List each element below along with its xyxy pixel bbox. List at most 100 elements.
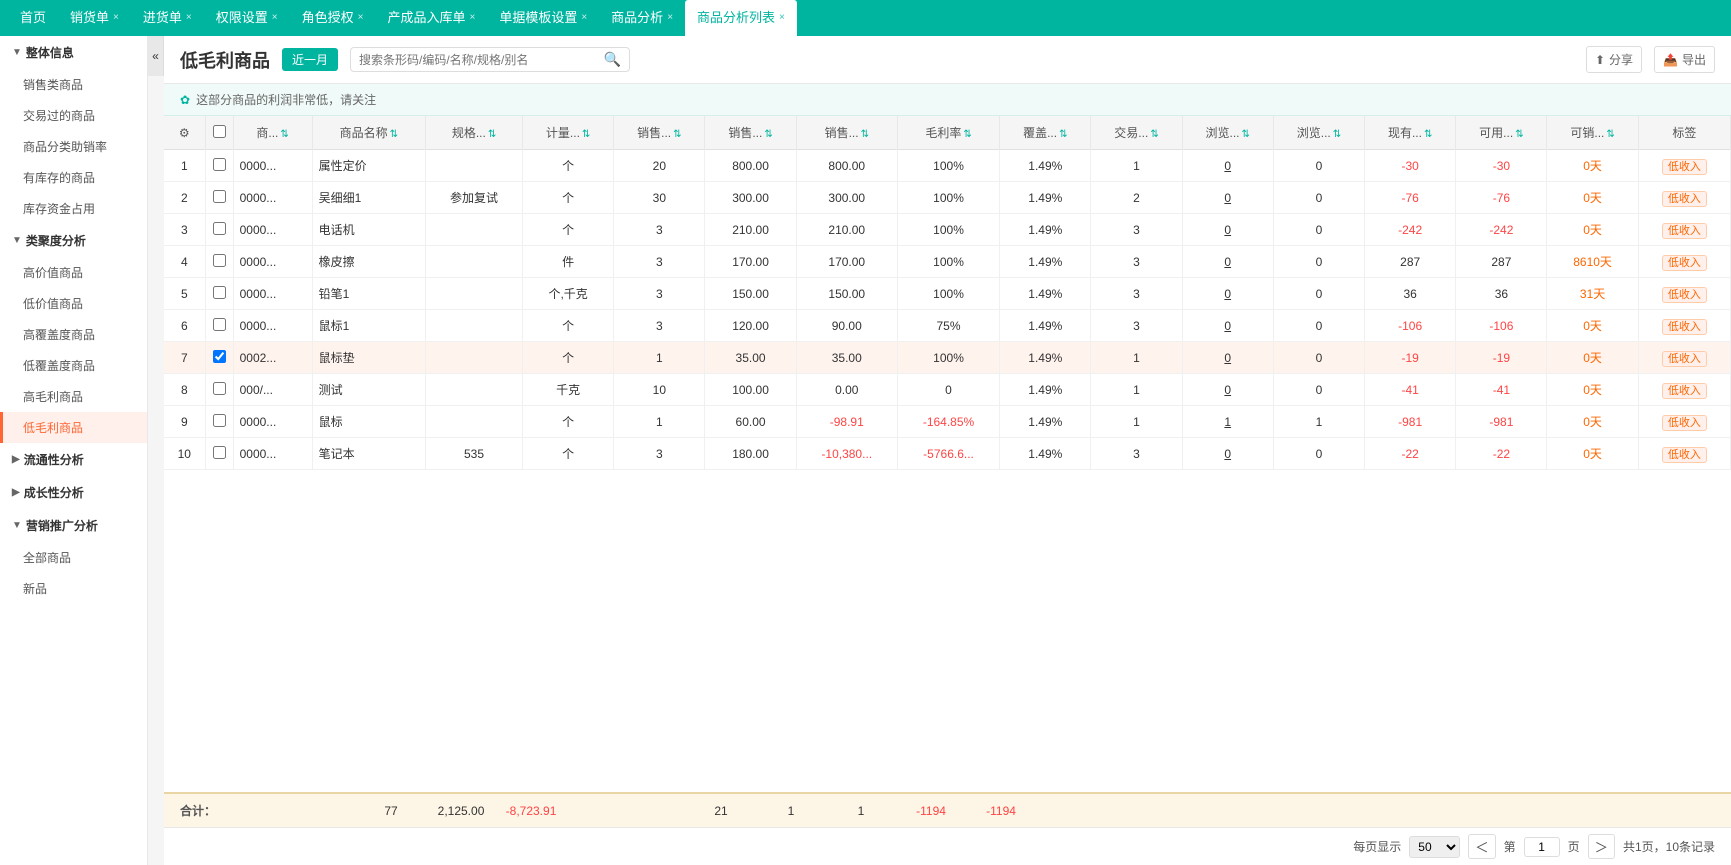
nav-sales-close[interactable]: × — [113, 0, 119, 36]
nav-product-analysis[interactable]: 商品分析 × — [599, 0, 685, 36]
col-trade[interactable]: 交易...⇅ — [1091, 116, 1182, 150]
row-checkbox[interactable] — [213, 222, 226, 235]
sidebar-item-new-products[interactable]: 新品 — [0, 573, 147, 604]
nav-template-close[interactable]: × — [581, 0, 587, 36]
settings-icon[interactable]: ⚙ — [179, 126, 190, 140]
row-name[interactable]: 鼠标1 — [312, 310, 425, 342]
row-name[interactable]: 鼠标 — [312, 406, 425, 438]
row-checkbox[interactable] — [213, 190, 226, 203]
row-checkbox-cell[interactable] — [205, 150, 233, 182]
nav-role-auth-close[interactable]: × — [358, 0, 364, 36]
col-unit[interactable]: 计量...⇅ — [523, 116, 614, 150]
col-code[interactable]: 商...⇅ — [233, 116, 312, 150]
sidebar-item-stock-capital[interactable]: 库存资金占用 — [0, 193, 147, 224]
row-name[interactable]: 笔记本 — [312, 438, 425, 470]
nav-permissions[interactable]: 权限设置 × — [204, 0, 290, 36]
share-button[interactable]: ⬆ 分享 — [1586, 46, 1642, 73]
row-name[interactable]: 电话机 — [312, 214, 425, 246]
prev-page-btn[interactable]: ＜ — [1468, 834, 1495, 859]
col-coverage[interactable]: 覆盖...⇅ — [1000, 116, 1091, 150]
nav-sales[interactable]: 销货单 × — [58, 0, 131, 36]
search-icon[interactable]: 🔍 — [604, 51, 621, 68]
page-number-input[interactable] — [1524, 837, 1560, 857]
row-browse1[interactable]: 0 — [1182, 374, 1273, 406]
browse1-link[interactable]: 0 — [1224, 351, 1231, 365]
row-checkbox-cell[interactable] — [205, 278, 233, 310]
nav-purchase[interactable]: 进货单 × — [131, 0, 204, 36]
sidebar-group-overall[interactable]: ▼ 整体信息 — [0, 36, 147, 69]
sidebar-item-low-value[interactable]: 低价值商品 — [0, 288, 147, 319]
sidebar-item-high-value[interactable]: 高价值商品 — [0, 257, 147, 288]
nav-product-analysis-close[interactable]: × — [667, 0, 673, 36]
row-checkbox[interactable] — [213, 446, 226, 459]
browse1-link[interactable]: 0 — [1224, 447, 1231, 461]
sidebar-item-stock-products[interactable]: 有库存的商品 — [0, 162, 147, 193]
browse1-link[interactable]: 0 — [1224, 255, 1231, 269]
col-sales-price[interactable]: 销售...⇅ — [705, 116, 796, 150]
nav-purchase-close[interactable]: × — [186, 0, 192, 36]
row-name[interactable]: 橡皮擦 — [312, 246, 425, 278]
row-name[interactable]: 吴细细1 — [312, 182, 425, 214]
col-gross-rate[interactable]: 毛利率⇅ — [897, 116, 999, 150]
nav-product-in[interactable]: 产成品入库单 × — [375, 0, 487, 36]
sidebar-group-circulation[interactable]: ▶ 流通性分析 — [0, 443, 147, 476]
nav-role-auth[interactable]: 角色授权 × — [290, 0, 376, 36]
sidebar-group-growth[interactable]: ▶ 成长性分析 — [0, 476, 147, 509]
col-checkbox[interactable] — [205, 116, 233, 150]
row-checkbox-cell[interactable] — [205, 310, 233, 342]
col-tag[interactable]: 标签 — [1638, 116, 1730, 150]
row-browse1[interactable]: 0 — [1182, 150, 1273, 182]
sidebar-item-traded-products[interactable]: 交易过的商品 — [0, 100, 147, 131]
row-checkbox-cell[interactable] — [205, 342, 233, 374]
browse1-link[interactable]: 0 — [1224, 159, 1231, 173]
row-browse1[interactable]: 0 — [1182, 310, 1273, 342]
row-checkbox-cell[interactable] — [205, 406, 233, 438]
search-input[interactable] — [359, 53, 598, 67]
page-size-select[interactable]: 50 100 200 — [1409, 836, 1460, 858]
row-checkbox[interactable] — [213, 286, 226, 299]
sidebar-item-high-margin[interactable]: 高毛利商品 — [0, 381, 147, 412]
row-checkbox[interactable] — [213, 350, 226, 363]
col-available[interactable]: 可用...⇅ — [1456, 116, 1547, 150]
next-page-btn[interactable]: ＞ — [1588, 834, 1615, 859]
nav-home[interactable]: 首页 — [8, 0, 58, 36]
row-checkbox-cell[interactable] — [205, 182, 233, 214]
row-checkbox-cell[interactable] — [205, 214, 233, 246]
nav-template[interactable]: 单据模板设置 × — [487, 0, 599, 36]
row-checkbox[interactable] — [213, 414, 226, 427]
row-name[interactable]: 铅笔1 — [312, 278, 425, 310]
row-checkbox-cell[interactable] — [205, 246, 233, 278]
col-browse1[interactable]: 浏览...⇅ — [1182, 116, 1273, 150]
col-browse2[interactable]: 浏览...⇅ — [1273, 116, 1364, 150]
row-name[interactable]: 鼠标垫 — [312, 342, 425, 374]
row-browse1[interactable]: 0 — [1182, 438, 1273, 470]
nav-product-in-close[interactable]: × — [469, 0, 475, 36]
browse1-link[interactable]: 0 — [1224, 287, 1231, 301]
col-sales-amount[interactable]: 销售...⇅ — [796, 116, 897, 150]
nav-product-list[interactable]: 商品分析列表 × — [685, 0, 797, 36]
nav-product-list-close[interactable]: × — [779, 0, 785, 36]
row-browse1[interactable]: 1 — [1182, 406, 1273, 438]
sidebar-item-high-coverage[interactable]: 高覆盖度商品 — [0, 319, 147, 350]
sidebar-item-sales-products[interactable]: 销售类商品 — [0, 69, 147, 100]
browse1-link[interactable]: 0 — [1224, 223, 1231, 237]
select-all-checkbox[interactable] — [213, 125, 226, 138]
col-saleable[interactable]: 可销...⇅ — [1547, 116, 1638, 150]
sidebar-group-marketing[interactable]: ▼ 营销推广分析 — [0, 509, 147, 542]
sidebar-item-low-coverage[interactable]: 低覆盖度商品 — [0, 350, 147, 381]
col-spec[interactable]: 规格...⇅ — [426, 116, 523, 150]
row-name[interactable]: 测试 — [312, 374, 425, 406]
col-sales-qty[interactable]: 销售...⇅ — [614, 116, 705, 150]
sidebar-item-low-margin[interactable]: 低毛利商品 — [0, 412, 147, 443]
row-browse1[interactable]: 0 — [1182, 342, 1273, 374]
browse1-link[interactable]: 0 — [1224, 383, 1231, 397]
row-checkbox[interactable] — [213, 318, 226, 331]
row-browse1[interactable]: 0 — [1182, 214, 1273, 246]
sidebar-collapse-btn[interactable]: « — [148, 36, 164, 76]
row-browse1[interactable]: 0 — [1182, 246, 1273, 278]
col-name[interactable]: 商品名称⇅ — [312, 116, 425, 150]
browse1-link[interactable]: 0 — [1224, 191, 1231, 205]
col-settings[interactable]: ⚙ — [164, 116, 205, 150]
row-checkbox[interactable] — [213, 158, 226, 171]
export-button[interactable]: 📤 导出 — [1654, 46, 1715, 73]
